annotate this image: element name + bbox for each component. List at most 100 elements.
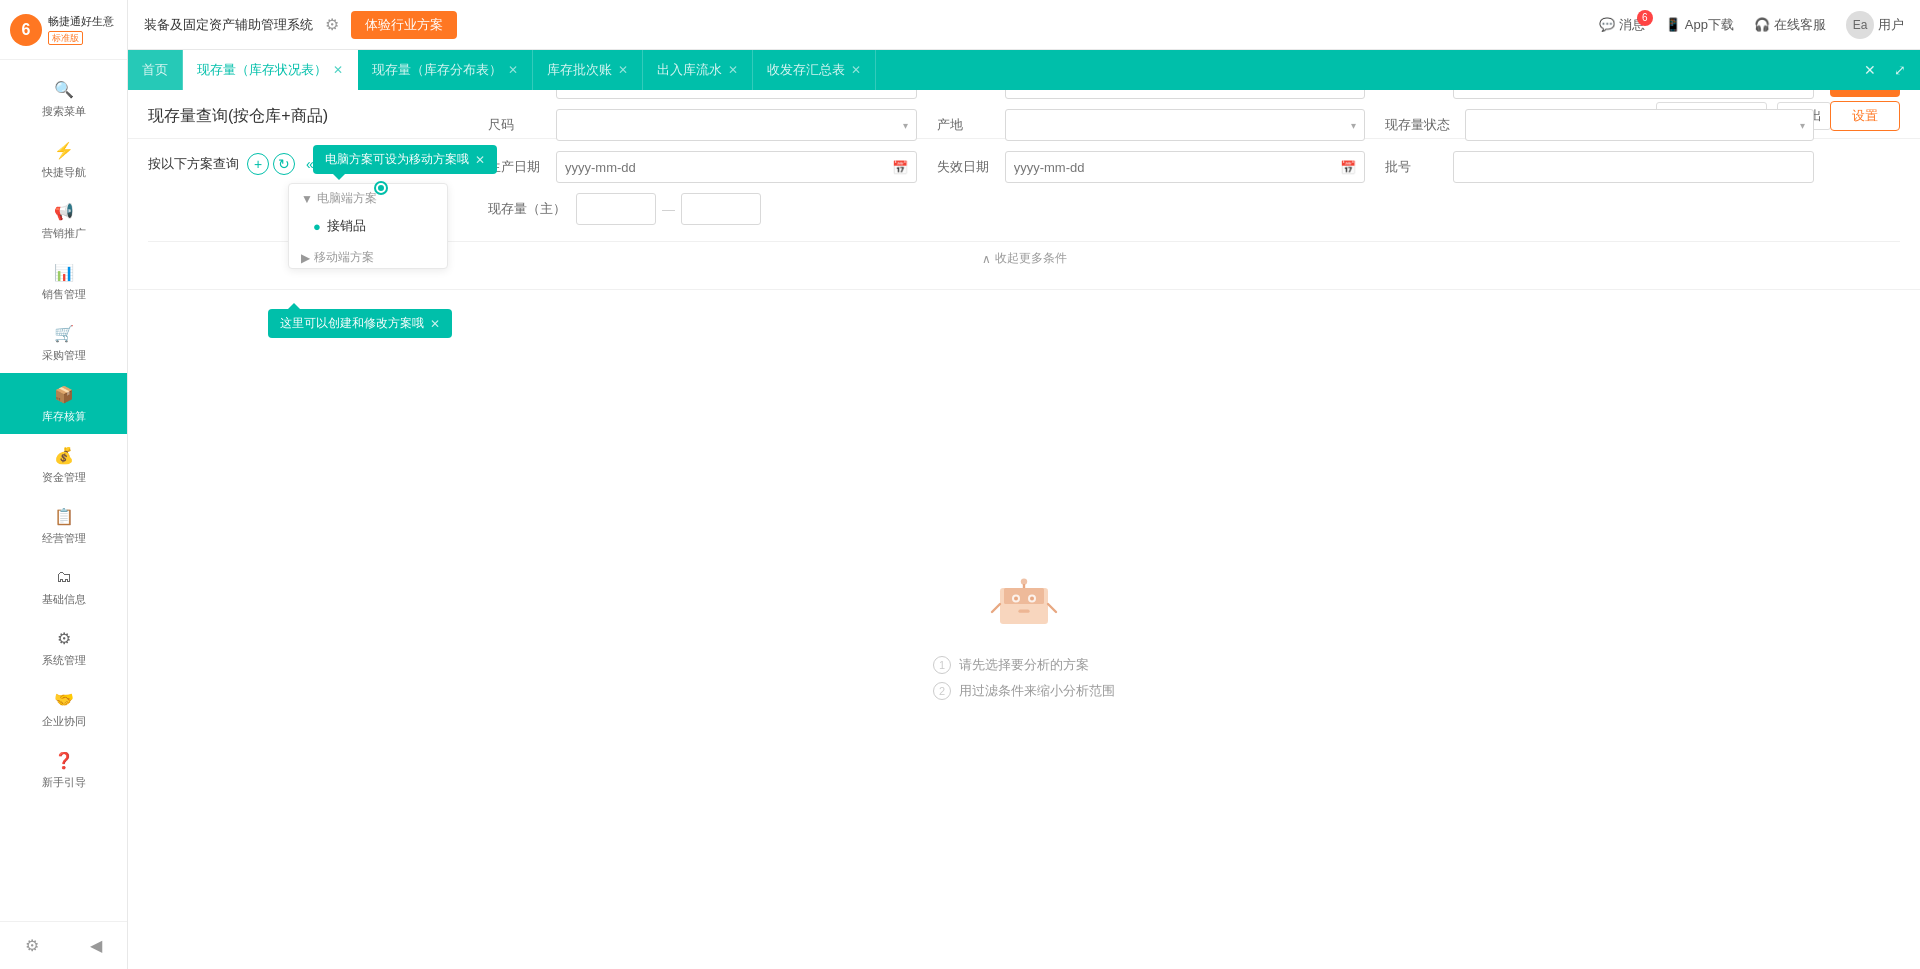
message-icon: 💬 — [1599, 17, 1615, 32]
message-badge: 6 — [1637, 10, 1653, 26]
tabs-actions: ✕ ⤢ — [1858, 60, 1920, 80]
sidebar-logo: 6 畅捷通好生意 标准版 — [0, 0, 127, 60]
size-label: 尺码 — [488, 116, 548, 134]
system-icon: ⚙ — [53, 627, 75, 649]
tab-batch-account[interactable]: 库存批次账 ✕ — [533, 50, 643, 90]
inv-state-arrow: ▾ — [1800, 120, 1805, 131]
dot-indicator — [376, 183, 386, 193]
close-all-tabs-btn[interactable]: ✕ — [1858, 60, 1882, 80]
industry-btn[interactable]: 体验行业方案 — [351, 11, 457, 39]
header-settings-icon[interactable]: ⚙ — [325, 15, 339, 34]
settings-bottom-btn[interactable]: ⚙ — [21, 932, 43, 959]
search-btn-area: 查询 设置 — [1830, 90, 1900, 131]
warehouse-label: 仓库 — [488, 90, 548, 92]
refresh-scheme-btn[interactable]: ↻ — [273, 153, 295, 175]
maximize-btn[interactable]: ⤢ — [1888, 60, 1912, 80]
tab-home[interactable]: 首页 — [128, 50, 183, 90]
scheme-list: ▼ 电脑端方案 ● 接销品 ▶ 移动端方案 — [288, 183, 448, 269]
settings-filter-btn[interactable]: 设置 — [1830, 101, 1900, 131]
header-left: 装备及固定资产辅助管理系统 ⚙ 体验行业方案 — [144, 11, 457, 39]
sidebar: 6 畅捷通好生意 标准版 🔍 搜索菜单 ⚡ 快捷导航 📢 营销推广 📊 销售管理… — [0, 0, 128, 969]
sidebar-item-newbie[interactable]: ❓ 新手引导 — [0, 739, 127, 800]
app-download-item[interactable]: 📱 App下载 — [1665, 16, 1734, 34]
collapse-sidebar-btn[interactable]: ◀ — [86, 932, 106, 959]
header-right: 💬 消息 6 📱 App下载 🎧 在线客服 Ea 用户 — [1599, 11, 1904, 39]
svg-rect-1 — [1004, 588, 1044, 604]
scheme-item-pc1[interactable]: ● 接销品 — [289, 209, 447, 243]
scheme-group-mobile[interactable]: ▶ 移动端方案 — [289, 243, 447, 268]
svg-point-8 — [1021, 578, 1027, 584]
finance-icon: 💰 — [53, 444, 75, 466]
inv-state-select[interactable]: ▾ — [1465, 109, 1814, 141]
sidebar-item-operation[interactable]: 📋 经营管理 — [0, 495, 127, 556]
tab-close-inventory-dist[interactable]: ✕ — [508, 63, 518, 77]
warehouse-select[interactable]: ··· — [556, 90, 917, 99]
sidebar-item-system[interactable]: ⚙ 系统管理 — [0, 617, 127, 678]
tab-inventory-status[interactable]: 现存量（库存状况表） ✕ — [183, 50, 358, 90]
user-item[interactable]: Ea 用户 — [1846, 11, 1904, 39]
tab-close-summary[interactable]: ✕ — [851, 63, 861, 77]
content-area: 现存量查询(按仓库+商品) 🖨 按模板打印 ▾ ↑ 导出 ↻ 刷新 — [128, 90, 1920, 969]
scheme-tooltip2: 这里可以创建和修改方案哦 ✕ — [268, 309, 452, 338]
inv-state-label: 现存量状态 — [1385, 116, 1457, 134]
warehouse-dots[interactable]: ··· — [897, 90, 908, 91]
empty-step1: 1 请先选择要分析的方案 — [933, 656, 1115, 674]
sidebar-item-purchase[interactable]: 🛒 采购管理 — [0, 312, 127, 373]
online-service-item[interactable]: 🎧 在线客服 — [1754, 16, 1826, 34]
sidebar-item-finance[interactable]: 💰 资金管理 — [0, 434, 127, 495]
size-arrow: ▾ — [903, 120, 908, 131]
message-item[interactable]: 💬 消息 6 — [1599, 16, 1645, 34]
tab-collect-summary[interactable]: 收发存汇总表 ✕ — [753, 50, 876, 90]
tab-close-inventory-status[interactable]: ✕ — [333, 63, 343, 77]
scheme-group-pc[interactable]: ▼ 电脑端方案 — [289, 184, 447, 209]
sidebar-item-basic[interactable]: 🗂 基础信息 — [0, 556, 127, 617]
sidebar-item-inventory[interactable]: 📦 库存核算 — [0, 373, 127, 434]
radio-icon: ● — [313, 219, 321, 234]
empty-steps: 1 请先选择要分析的方案 2 用过滤条件来缩小分析范围 — [933, 656, 1115, 700]
sidebar-item-guide[interactable]: ⚡ 快捷导航 — [0, 129, 127, 190]
svg-rect-6 — [1018, 609, 1029, 612]
goods-label: 商品 — [937, 90, 997, 92]
filter-row-inv-main: 现存量（主） — — [488, 193, 923, 225]
logo-icon: 6 — [10, 14, 42, 46]
filter-row-size: 尺码 ▾ — [488, 109, 917, 141]
svg-line-10 — [1048, 604, 1056, 612]
tab-inventory-dist[interactable]: 现存量（库存分布表） ✕ — [358, 50, 533, 90]
filter-row-origin: 产地 ▾ — [937, 109, 1366, 141]
sidebar-item-marketing[interactable]: 📢 营销推广 — [0, 190, 127, 251]
origin-select[interactable]: ▾ — [1005, 109, 1366, 141]
search-icon: 🔍 — [53, 78, 75, 100]
operation-icon: 📋 — [53, 505, 75, 527]
filter-title: 按以下方案查询 — [148, 155, 239, 173]
svg-point-5 — [1030, 596, 1034, 600]
color-select[interactable]: ▾ — [1453, 90, 1814, 99]
size-select[interactable]: ▾ — [556, 109, 917, 141]
add-scheme-btn[interactable]: + — [247, 153, 269, 175]
sidebar-item-sales[interactable]: 📊 销售管理 — [0, 251, 127, 312]
inv-main-to-input[interactable] — [681, 193, 761, 225]
sidebar-item-enterprise[interactable]: 🤝 企业协同 — [0, 678, 127, 739]
tab-in-out-flow[interactable]: 出入库流水 ✕ — [643, 50, 753, 90]
sidebar-item-search[interactable]: 🔍 搜索菜单 — [0, 68, 127, 129]
sales-icon: 📊 — [53, 261, 75, 283]
header: 装备及固定资产辅助管理系统 ⚙ 体验行业方案 💬 消息 6 📱 App下载 🎧 … — [128, 0, 1920, 50]
tab-close-flow[interactable]: ✕ — [728, 63, 738, 77]
filter-section: 按以下方案查询 + ↻ « 电脑方案可设为移动方案哦 ✕ ▼ — [128, 139, 1920, 290]
range-dash: — — [662, 202, 675, 217]
search-btn[interactable]: 查询 — [1830, 90, 1900, 97]
filter-row-goods: 商品 ··· — [937, 90, 1366, 99]
filter-header: 按以下方案查询 + ↻ « 电脑方案可设为移动方案哦 ✕ ▼ — [148, 153, 1900, 175]
goods-select[interactable]: ··· — [1005, 90, 1366, 99]
service-icon: 🎧 — [1754, 17, 1770, 32]
origin-arrow: ▾ — [1351, 120, 1356, 131]
page-title: 现存量查询(按仓库+商品) — [148, 106, 328, 127]
main-area: 装备及固定资产辅助管理系统 ⚙ 体验行业方案 💬 消息 6 📱 App下载 🎧 … — [128, 0, 1920, 969]
inv-main-from-input[interactable] — [576, 193, 656, 225]
goods-dots[interactable]: ··· — [1345, 90, 1356, 91]
tooltip-close-btn[interactable]: ✕ — [475, 153, 485, 167]
tooltip2-close-btn[interactable]: ✕ — [430, 317, 440, 331]
collapse-icon: ∧ — [982, 252, 991, 266]
tab-close-batch[interactable]: ✕ — [618, 63, 628, 77]
origin-label: 产地 — [937, 116, 997, 134]
phone-icon: 📱 — [1665, 17, 1681, 32]
